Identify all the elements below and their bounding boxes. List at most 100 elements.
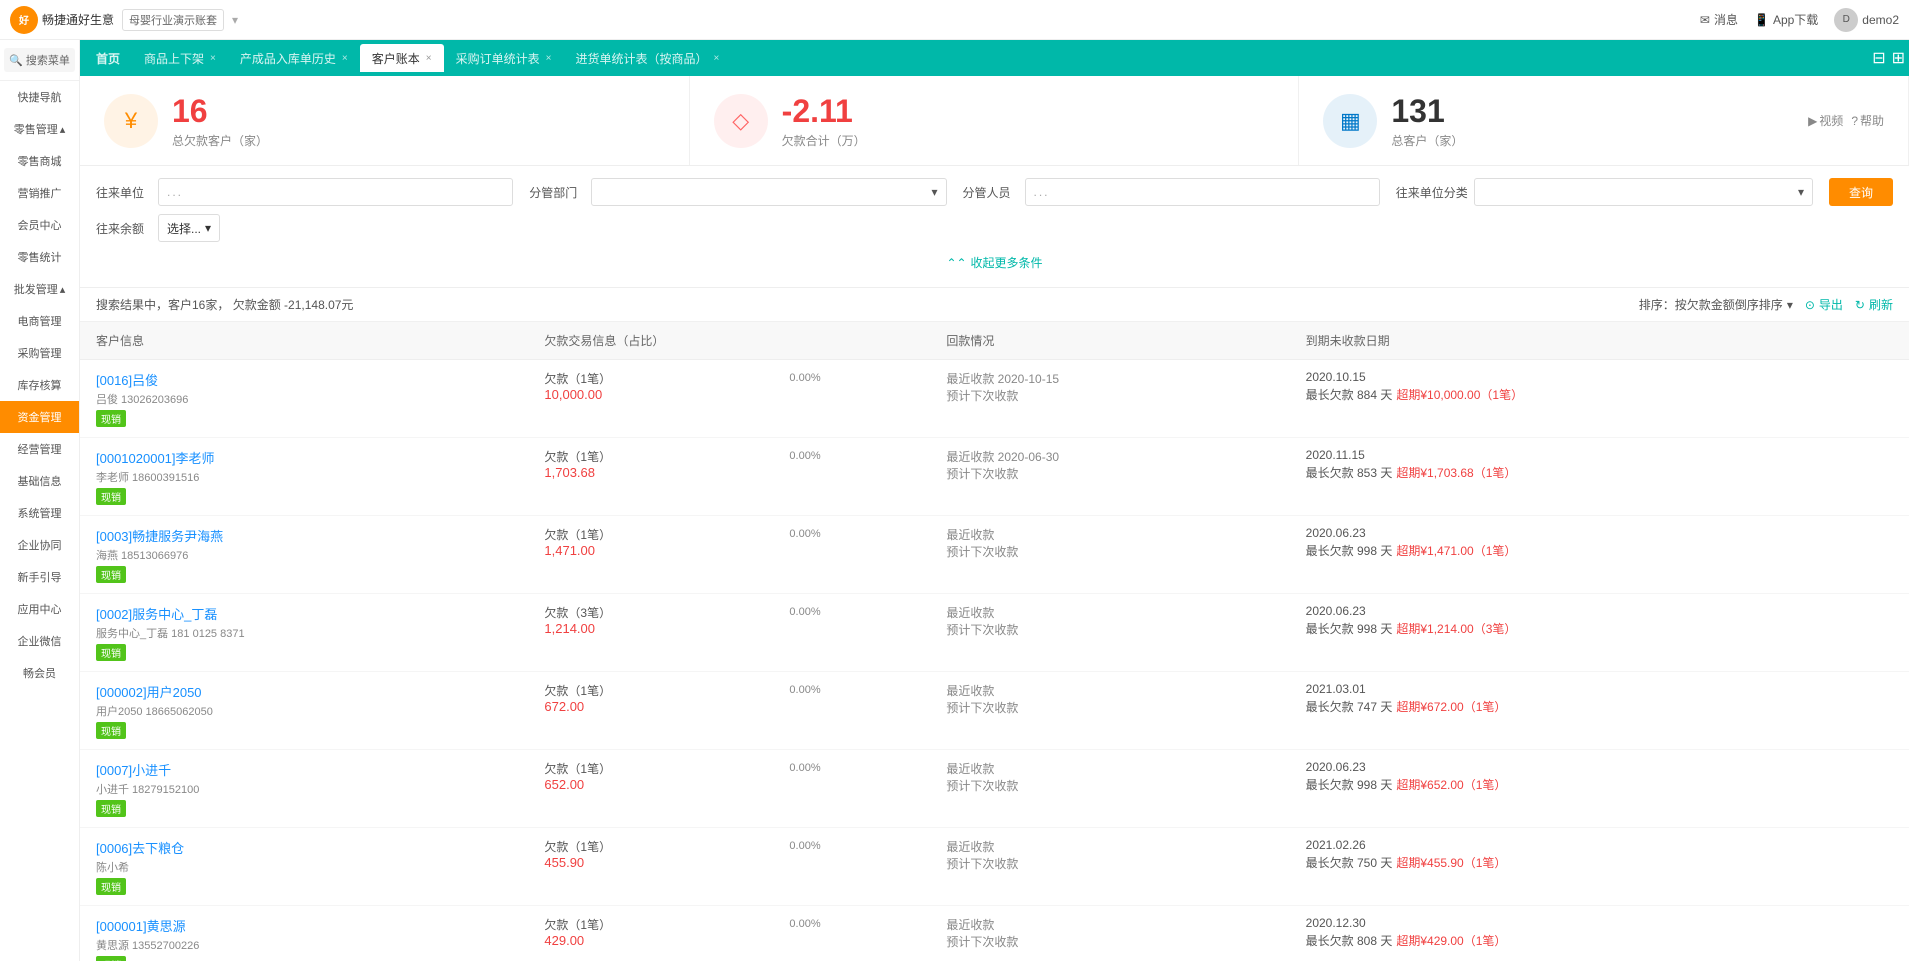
dept-select[interactable]: ▾ — [591, 178, 946, 206]
refresh-btn[interactable]: ↻ 刷新 — [1855, 296, 1893, 313]
person-input[interactable]: ... — [1025, 178, 1380, 206]
overdue-link-3[interactable]: 超期¥1,214.00（3笔） — [1396, 620, 1516, 637]
customer-phone-0: 吕俊 13026203696 — [96, 391, 512, 407]
sidebar-item-newbie[interactable]: 新手引导 — [0, 561, 79, 593]
debt-amount-1[interactable]: 1,703.68 — [544, 465, 757, 480]
search-button[interactable]: 查询 — [1829, 178, 1893, 206]
sidebar-item-app-center[interactable]: 应用中心 — [0, 593, 79, 625]
overdue-link-2[interactable]: 超期¥1,471.00（1笔） — [1396, 542, 1516, 559]
cell-ratio-6: 0.00% — [773, 828, 930, 906]
sort-select[interactable]: 排序：按欠款金额倒序排序 ▾ — [1639, 296, 1793, 313]
top-bar-left: 好 畅捷通好生意 母婴行业演示账套 ▾ — [10, 6, 238, 34]
customer-name-2[interactable]: [0003]畅捷服务尹海燕 — [96, 526, 512, 545]
sidebar-item-member-plus[interactable]: 畅会员 — [0, 657, 79, 689]
customer-name-1[interactable]: [0001020001]李老师 — [96, 448, 512, 467]
username-label: demo2 — [1862, 13, 1899, 27]
overdue-info-7: 最长欠款 808 天 超期¥429.00（1笔） — [1306, 932, 1893, 949]
debt-amount-6[interactable]: 455.90 — [544, 855, 757, 870]
customer-name-6[interactable]: [0006]去下粮仓 — [96, 838, 512, 857]
last-payment-7: 最近收款 — [946, 916, 1273, 933]
cell-collection-4: 最近收款 预计下次收款 — [930, 672, 1289, 750]
collapse-row: ⌃⌃ 收起更多条件 — [96, 250, 1893, 275]
debt-amount-3[interactable]: 1,214.00 — [544, 621, 757, 636]
nav-expand-icon[interactable]: ⊞ — [1892, 48, 1905, 68]
tab-close-5[interactable]: × — [713, 53, 719, 64]
debt-amount-0[interactable]: 10,000.00 — [544, 387, 757, 402]
tab-product-shelf[interactable]: 商品上下架 × — [132, 44, 228, 72]
sidebar-item-operations[interactable]: 经营管理 — [0, 433, 79, 465]
customer-name-5[interactable]: [0007]小进千 — [96, 760, 512, 779]
sidebar-item-finance[interactable]: 资金管理 — [0, 401, 79, 433]
overdue-link-1[interactable]: 超期¥1,703.68（1笔） — [1396, 464, 1516, 481]
message-btn[interactable]: ✉ 消息 — [1700, 11, 1738, 28]
search-menu-btn[interactable]: 🔍 搜索菜单 — [4, 48, 75, 72]
balance-select[interactable]: 选择... ▾ — [158, 214, 220, 242]
sidebar-item-member[interactable]: 会员中心 — [0, 209, 79, 241]
tab-purchase-stats[interactable]: 采购订单统计表 × — [444, 44, 564, 72]
cell-customer-2: [0003]畅捷服务尹海燕 海燕 18513066976 现销 — [80, 516, 528, 594]
stats-bar: ¥ 16 总欠款客户（家） ◇ -2.11 欠款合计（万） ▦ — [80, 76, 1909, 166]
customer-name-3[interactable]: [0002]服务中心_丁磊 — [96, 604, 512, 623]
sidebar-item-wholesale[interactable]: 批发管理 ▴ — [0, 273, 79, 305]
help-btn[interactable]: ? 帮助 — [1851, 112, 1884, 129]
overdue-link-0[interactable]: 超期¥10,000.00（1笔） — [1396, 386, 1523, 403]
sidebar-item-base-info[interactable]: 基础信息 — [0, 465, 79, 497]
dept-arrow: ▾ — [931, 185, 937, 199]
user-avatar[interactable]: D demo2 — [1834, 8, 1899, 32]
sidebar-item-purchase[interactable]: 采购管理 — [0, 337, 79, 369]
customer-name-7[interactable]: [000001]黄思源 — [96, 916, 512, 935]
sidebar-item-quick-nav[interactable]: 快捷导航 — [0, 81, 79, 113]
collapse-btn[interactable]: ⌃⌃ 收起更多条件 — [946, 254, 1042, 271]
debt-amount-7[interactable]: 429.00 — [544, 933, 757, 948]
debt-amount-4[interactable]: 672.00 — [544, 699, 757, 714]
tab-close-4[interactable]: × — [546, 53, 552, 64]
customer-name-4[interactable]: [000002]用户2050 — [96, 682, 512, 701]
sidebar-item-marketing[interactable]: 营销推广 — [0, 177, 79, 209]
app-download-btn[interactable]: 📱 App下载 — [1754, 11, 1818, 28]
tab-purchase-product-stats[interactable]: 进货单统计表（按商品） × — [563, 44, 731, 72]
sidebar-item-enterprise[interactable]: 企业协同 — [0, 529, 79, 561]
tab-product-history[interactable]: 产成品入库单历史 × — [228, 44, 360, 72]
table-row: [000001]黄思源 黄思源 13552700226 现销 欠款（1笔） 42… — [80, 906, 1909, 961]
customer-name-0[interactable]: [0016]吕俊 — [96, 370, 512, 389]
debt-ratio-2: 0.00% — [789, 528, 914, 540]
debt-amount-2[interactable]: 1,471.00 — [544, 543, 757, 558]
video-btn[interactable]: ▶ 视频 — [1808, 112, 1843, 129]
tab-customer-account[interactable]: 客户账本 × — [360, 44, 444, 72]
overdue-link-7[interactable]: 超期¥429.00（1笔） — [1396, 932, 1506, 949]
sidebar-item-retail-mgmt[interactable]: 零售管理 ▴ — [0, 113, 79, 145]
tab-close-3[interactable]: × — [426, 53, 432, 64]
video-label: 视频 — [1819, 112, 1843, 129]
overdue-link-4[interactable]: 超期¥672.00（1笔） — [1396, 698, 1506, 715]
cell-ratio-2: 0.00% — [773, 516, 930, 594]
category-select[interactable]: ▾ — [1474, 178, 1813, 206]
debt-count-4: 欠款（1笔） — [544, 682, 757, 699]
customer-tag-5: 现销 — [96, 800, 126, 817]
tab-close-1[interactable]: × — [210, 53, 216, 64]
tab-home[interactable]: 首页 — [84, 44, 132, 72]
sidebar-item-retail-stats[interactable]: 零售统计 — [0, 241, 79, 273]
overdue-link-6[interactable]: 超期¥455.90（1笔） — [1396, 854, 1506, 871]
stat-card-debt-total: ◇ -2.11 欠款合计（万） — [690, 76, 1300, 165]
sidebar-item-ecommerce[interactable]: 电商管理 — [0, 305, 79, 337]
customer-tag-3: 现销 — [96, 644, 126, 661]
export-btn[interactable]: ⊙ 导出 — [1805, 296, 1843, 313]
tab-close-2[interactable]: × — [342, 53, 348, 64]
sidebar-item-corp-wechat[interactable]: 企业微信 — [0, 625, 79, 657]
table-row: [0006]去下粮仓 陈小希 现销 欠款（1笔） 455.90 0.00% 最近… — [80, 828, 1909, 906]
supplier-input[interactable]: ... — [158, 178, 513, 206]
overdue-days-4: 最长欠款 747 天 — [1306, 698, 1393, 715]
debt-amount-5[interactable]: 652.00 — [544, 777, 757, 792]
sidebar-item-retail-mall[interactable]: 零售商城 — [0, 145, 79, 177]
nav-minimize-icon[interactable]: ⊟ — [1872, 48, 1885, 68]
overdue-link-5[interactable]: 超期¥652.00（1笔） — [1396, 776, 1506, 793]
sidebar-item-inventory[interactable]: 库存核算 — [0, 369, 79, 401]
sidebar-item-system[interactable]: 系统管理 — [0, 497, 79, 529]
customer-tag-0: 现销 — [96, 410, 126, 427]
nav-tabs: 首页 商品上下架 × 产成品入库单历史 × 客户账本 × 采购订单统计表 × — [80, 40, 1909, 76]
cell-debt-6: 欠款（1笔） 455.90 — [528, 828, 773, 906]
top-bar: 好 畅捷通好生意 母婴行业演示账套 ▾ ✉ 消息 📱 App下载 D demo2 — [0, 0, 1909, 40]
stat-top-right: ▶ 视频 ? 帮助 — [1808, 112, 1884, 129]
table-row: [0001020001]李老师 李老师 18600391516 现销 欠款（1笔… — [80, 438, 1909, 516]
industry-label[interactable]: 母婴行业演示账套 — [122, 9, 224, 31]
